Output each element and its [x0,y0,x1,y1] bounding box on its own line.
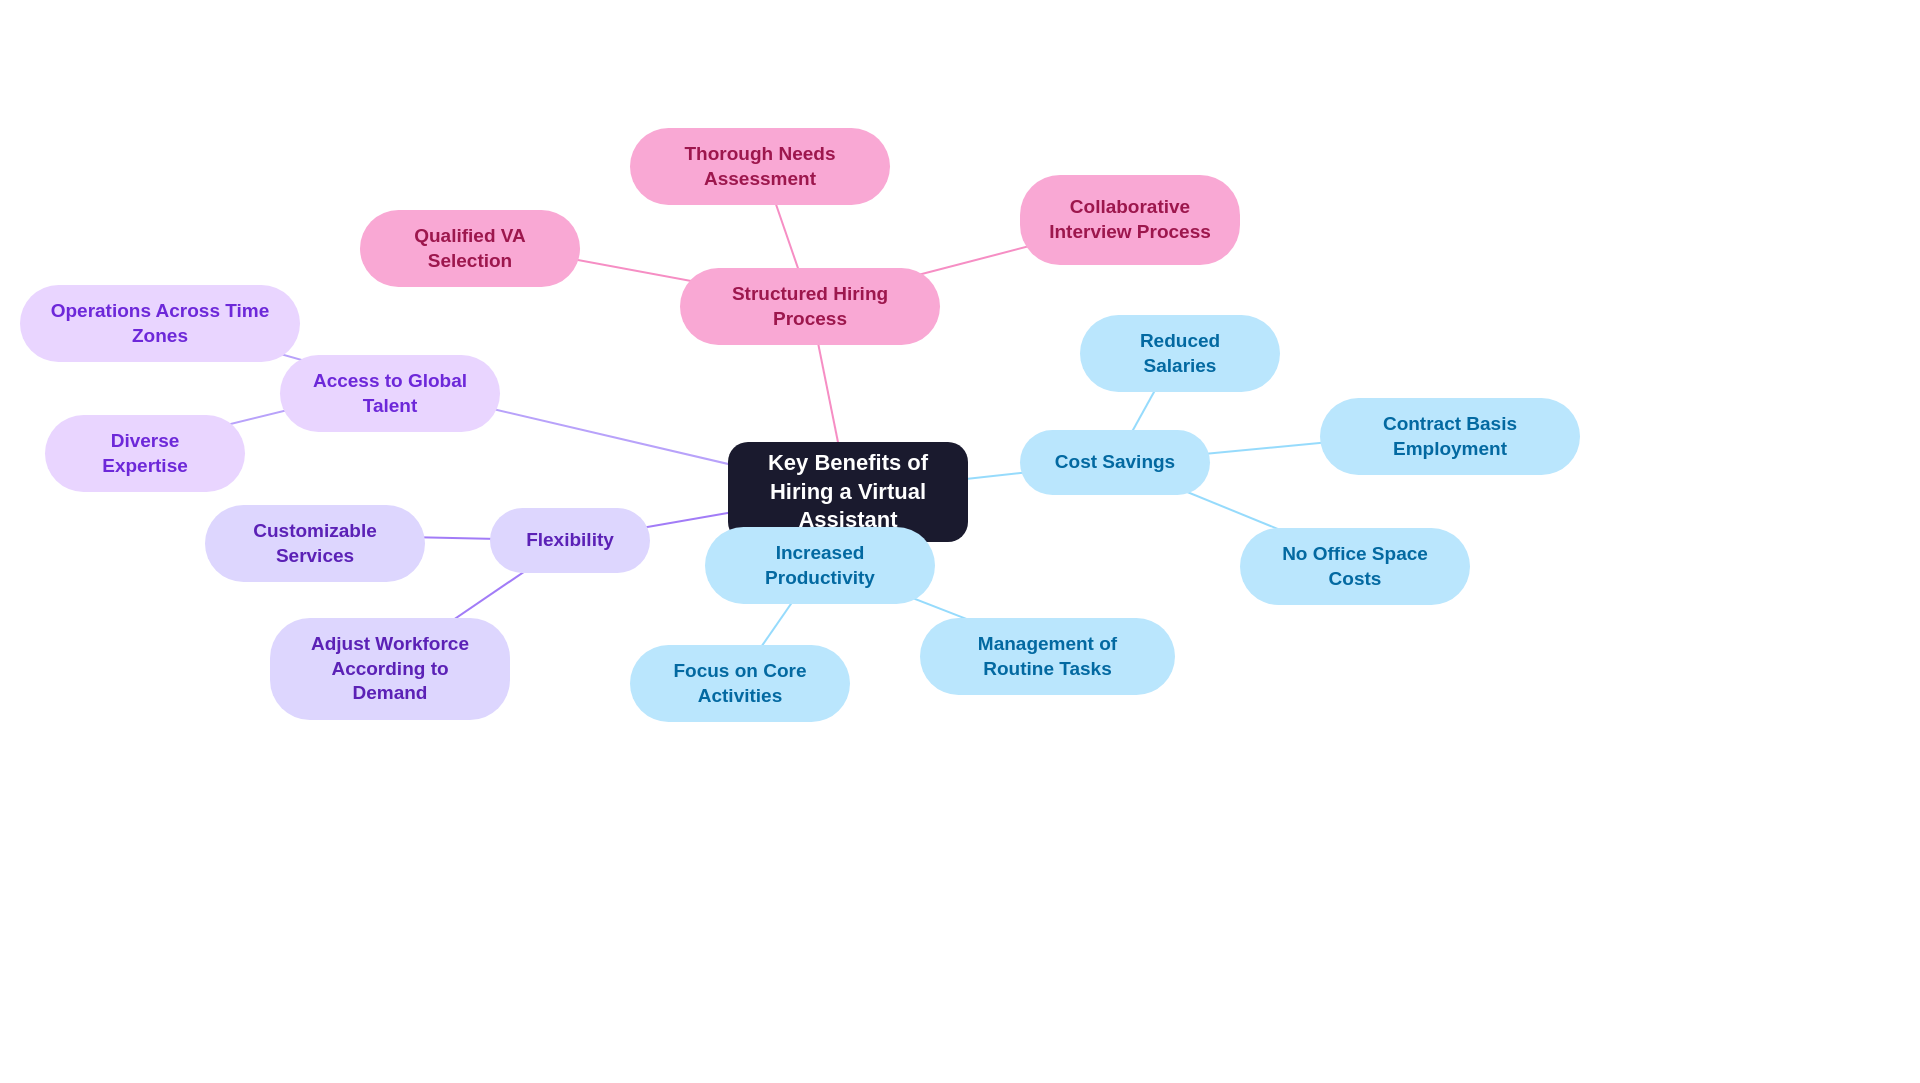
node-management_routine: Management of Routine Tasks [920,618,1175,695]
node-no_office: No Office Space Costs [1240,528,1470,605]
mind-map: Key Benefits of Hiring a Virtual Assista… [0,0,1920,1083]
node-flexibility: Flexibility [490,508,650,573]
node-contract_basis: Contract Basis Employment [1320,398,1580,475]
node-operations_tz: Operations Across Time Zones [20,285,300,362]
node-adjust_workforce: Adjust Workforce According to Demand [270,618,510,720]
node-diverse_expertise: Diverse Expertise [45,415,245,492]
node-qualified_va: Qualified VA Selection [360,210,580,287]
node-reduced_salaries: Reduced Salaries [1080,315,1280,392]
node-structured_hiring: Structured Hiring Process [680,268,940,345]
node-customizable: Customizable Services [205,505,425,582]
node-collaborative_interview: Collaborative Interview Process [1020,175,1240,265]
node-access_global: Access to Global Talent [280,355,500,432]
node-increased_productivity: Increased Productivity [705,527,935,604]
node-thorough_needs: Thorough Needs Assessment [630,128,890,205]
node-cost_savings: Cost Savings [1020,430,1210,495]
node-focus_core: Focus on Core Activities [630,645,850,722]
